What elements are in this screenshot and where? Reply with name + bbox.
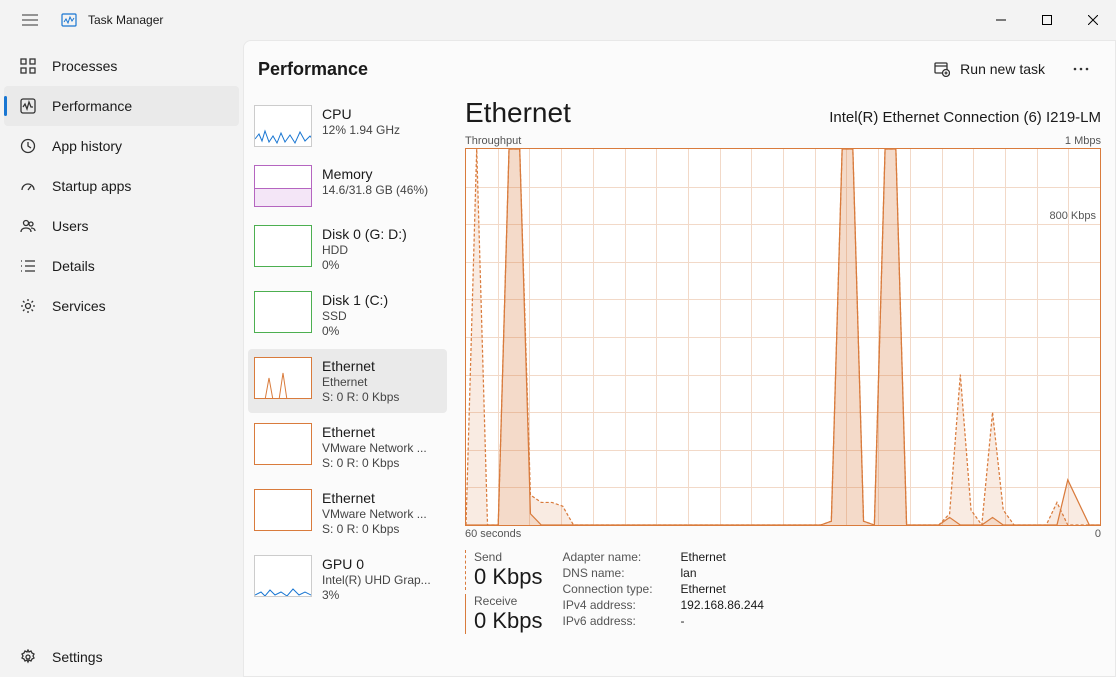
perf-item-gpu0[interactable]: GPU 0Intel(R) UHD Grap...3% (248, 547, 447, 611)
perf-item-ethernet-1[interactable]: EthernetVMware Network ...S: 0 R: 0 Kbps (248, 415, 447, 479)
info-grid: Adapter name: Ethernet DNS name: lan Connect… (563, 550, 764, 638)
settings-icon (18, 647, 38, 667)
disk-thumbnail (254, 291, 312, 333)
gear-icon (18, 296, 38, 316)
disk-thumbnail (254, 225, 312, 267)
nav-label: Users (52, 218, 89, 234)
performance-list[interactable]: CPU12% 1.94 GHz Memory14.6/31.8 GB (46%)… (244, 97, 451, 676)
chart-x-end: 0 (1095, 528, 1101, 540)
send-block: Send 0 Kbps (465, 550, 543, 590)
titlebar: Task Manager (0, 0, 1116, 40)
app-icon (60, 11, 78, 29)
perf-item-disk1[interactable]: Disk 1 (C:)SSD0% (248, 283, 447, 347)
nav-users[interactable]: Users (4, 206, 239, 246)
perf-item-ethernet-2[interactable]: EthernetVMware Network ...S: 0 R: 0 Kbps (248, 481, 447, 545)
nav-app-history[interactable]: App history (4, 126, 239, 166)
perf-item-ethernet-0[interactable]: EthernetEthernetS: 0 R: 0 Kbps (248, 349, 447, 413)
perf-item-cpu[interactable]: CPU12% 1.94 GHz (248, 97, 447, 155)
app-title: Task Manager (88, 13, 163, 27)
pulse-icon (18, 96, 38, 116)
nav-details[interactable]: Details (4, 246, 239, 286)
info-key: Connection type: (563, 582, 673, 596)
content-header: Performance Run new task (244, 41, 1115, 97)
ethernet-thumbnail (254, 423, 312, 465)
run-task-label: Run new task (960, 61, 1045, 77)
info-key: IPv6 address: (563, 614, 673, 628)
info-key: DNS name: (563, 566, 673, 580)
receive-block: Receive 0 Kbps (465, 594, 543, 634)
grid-icon (18, 56, 38, 76)
window-controls (978, 0, 1116, 40)
perf-item-memory[interactable]: Memory14.6/31.8 GB (46%) (248, 157, 447, 215)
hamburger-button[interactable] (12, 2, 48, 38)
info-key: Adapter name: (563, 550, 673, 564)
nav-performance[interactable]: Performance (4, 86, 239, 126)
adapter-name: Intel(R) Ethernet Connection (6) I219-LM (829, 109, 1101, 126)
nav-label: Settings (52, 649, 103, 665)
perf-item-disk0[interactable]: Disk 0 (G: D:)HDD0% (248, 217, 447, 281)
gauge-icon (18, 176, 38, 196)
ethernet-thumbnail (254, 357, 312, 399)
more-options-button[interactable] (1061, 52, 1101, 86)
info-value: - (681, 614, 764, 628)
run-new-task-button[interactable]: Run new task (922, 52, 1057, 86)
chart-label-throughput: Throughput (465, 135, 521, 147)
info-key: IPv4 address: (563, 598, 673, 612)
page-title: Performance (258, 59, 368, 80)
ethernet-thumbnail (254, 489, 312, 531)
chart-x-start: 60 seconds (465, 528, 521, 540)
chart-label-max: 1 Mbps (1065, 135, 1101, 147)
detail-title: Ethernet (465, 97, 571, 129)
nav-processes[interactable]: Processes (4, 46, 239, 86)
nav-label: Services (52, 298, 106, 314)
nav-label: Details (52, 258, 95, 274)
close-button[interactable] (1070, 0, 1116, 40)
nav-startup-apps[interactable]: Startup apps (4, 166, 239, 206)
users-icon (18, 216, 38, 236)
throughput-chart: 800 Kbps (465, 148, 1101, 526)
run-task-icon (934, 61, 950, 77)
history-icon (18, 136, 38, 156)
send-value: 0 Kbps (474, 564, 543, 590)
memory-thumbnail (254, 165, 312, 207)
nav-label: Processes (52, 58, 117, 74)
maximize-button[interactable] (1024, 0, 1070, 40)
info-value: lan (681, 566, 764, 580)
cpu-thumbnail (254, 105, 312, 147)
info-value: 192.168.86.244 (681, 598, 764, 612)
nav-label: Startup apps (52, 178, 131, 194)
info-value: Ethernet (681, 582, 764, 596)
minimize-button[interactable] (978, 0, 1024, 40)
content: Performance Run new task CPU12% 1.94 GHz… (243, 40, 1116, 677)
receive-value: 0 Kbps (474, 608, 543, 634)
nav-label: App history (52, 138, 122, 154)
info-value: Ethernet (681, 550, 764, 564)
list-icon (18, 256, 38, 276)
nav-label: Performance (52, 98, 132, 114)
nav-settings[interactable]: Settings (4, 637, 239, 677)
detail-pane: Ethernet Intel(R) Ethernet Connection (6… (451, 97, 1115, 676)
gpu-thumbnail (254, 555, 312, 597)
nav-services[interactable]: Services (4, 286, 239, 326)
sidebar: Processes Performance App history Startu… (0, 40, 243, 677)
stats-row: Send 0 Kbps Receive 0 Kbps Adapter name:… (465, 550, 1101, 638)
